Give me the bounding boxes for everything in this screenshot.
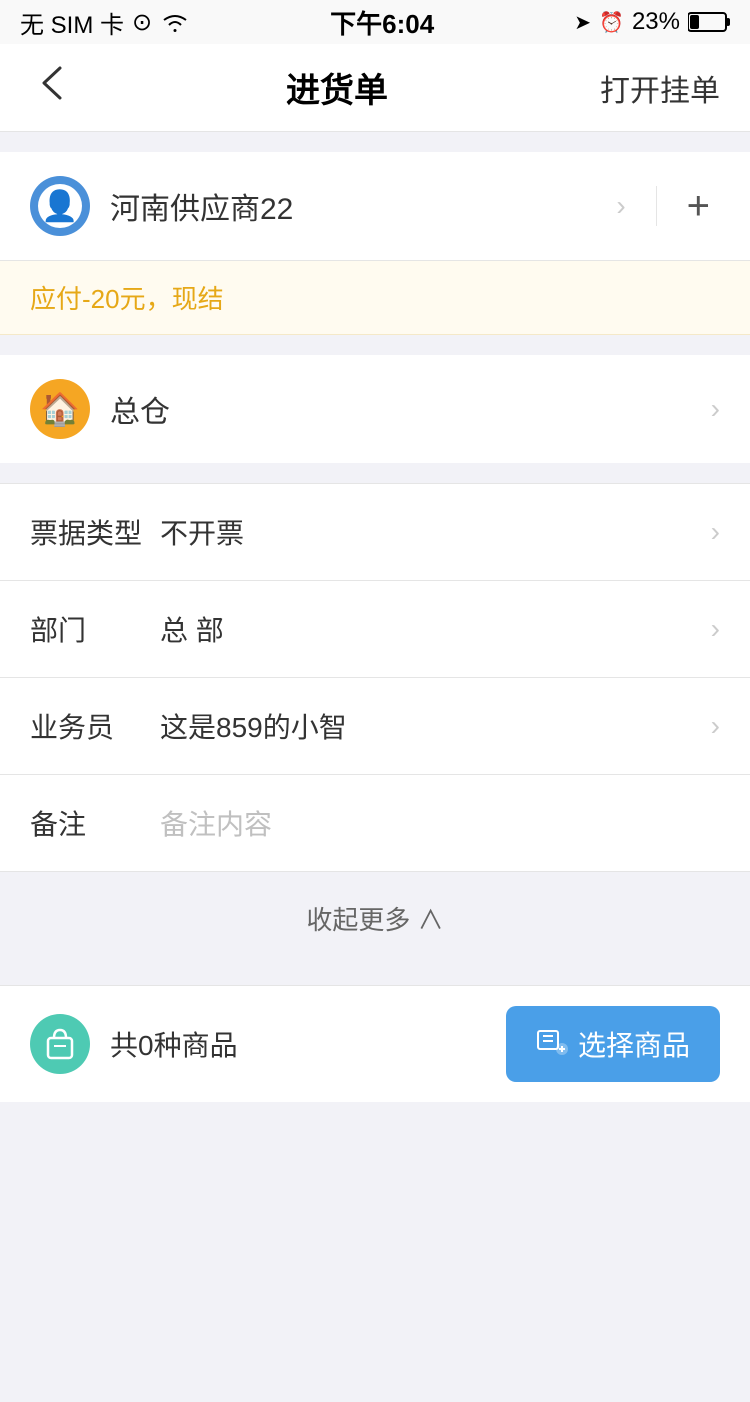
bottom-bar: 共0种商品 选择商品 bbox=[0, 985, 750, 1102]
supplier-chevron-icon: › bbox=[616, 190, 625, 222]
person-icon: 👤 bbox=[41, 189, 78, 224]
warehouse-name: 总仓 bbox=[110, 387, 711, 431]
wifi-icon: ⊙ bbox=[132, 8, 152, 37]
warehouse-row[interactable]: 🏠 总仓 › bbox=[0, 355, 750, 463]
salesperson-label: 业务员 bbox=[30, 706, 160, 746]
warehouse-card[interactable]: 🏠 总仓 › bbox=[0, 355, 750, 463]
mid-divider-2 bbox=[0, 463, 750, 483]
salesperson-row[interactable]: 业务员 这是859的小智 › bbox=[0, 677, 750, 774]
form-card: 票据类型 不开票 › 部门 总 部 › 业务员 这是859的小智 › 备注 备注… bbox=[0, 483, 750, 965]
battery-label: 23% bbox=[632, 8, 680, 36]
back-button[interactable] bbox=[30, 54, 74, 121]
supplier-name: 河南供应商22 bbox=[110, 184, 616, 228]
status-right: ➤ ⏰ 23% bbox=[574, 8, 730, 36]
select-goods-button[interactable]: 选择商品 bbox=[506, 1006, 720, 1082]
add-supplier-button[interactable]: + bbox=[677, 184, 720, 229]
alarm-icon: ⏰ bbox=[599, 10, 624, 35]
select-goods-icon bbox=[536, 1025, 568, 1064]
remark-row[interactable]: 备注 备注内容 bbox=[0, 774, 750, 871]
carrier-label: 无 SIM 卡 bbox=[20, 5, 124, 40]
department-chevron-icon: › bbox=[711, 613, 720, 645]
salesperson-chevron-icon: › bbox=[711, 710, 720, 742]
status-bar: 无 SIM 卡 ⊙ 下午6:04 ➤ ⏰ 23% bbox=[0, 0, 750, 44]
divider-line bbox=[656, 186, 657, 226]
page-background bbox=[0, 1102, 750, 1402]
mid-divider-1 bbox=[0, 335, 750, 355]
avatar-inner: 👤 bbox=[38, 184, 82, 228]
ticket-type-value: 不开票 bbox=[160, 512, 711, 552]
product-count: 共0种商品 bbox=[110, 1024, 506, 1064]
home-icon: 🏠 bbox=[40, 390, 80, 428]
ticket-type-row[interactable]: 票据类型 不开票 › bbox=[0, 483, 750, 580]
ticket-type-chevron-icon: › bbox=[711, 516, 720, 548]
shopping-bag-icon bbox=[42, 1026, 78, 1062]
location-icon: ➤ bbox=[574, 10, 591, 35]
department-row[interactable]: 部门 总 部 › bbox=[0, 580, 750, 677]
time-label: 下午6:04 bbox=[330, 4, 434, 41]
remark-input[interactable]: 备注内容 bbox=[160, 803, 720, 843]
bottom-divider bbox=[0, 965, 750, 985]
ticket-type-label: 票据类型 bbox=[30, 512, 160, 552]
top-divider bbox=[0, 132, 750, 152]
open-pending-button[interactable]: 打开挂单 bbox=[600, 66, 720, 110]
nav-bar: 进货单 打开挂单 bbox=[0, 44, 750, 132]
wifi-signal-icon bbox=[160, 11, 190, 33]
select-goods-label: 选择商品 bbox=[578, 1024, 690, 1064]
department-value: 总 部 bbox=[160, 609, 711, 649]
remark-label: 备注 bbox=[30, 803, 160, 843]
supplier-row[interactable]: 👤 河南供应商22 › + bbox=[0, 152, 750, 261]
supplier-alert: 应付-20元，现结 bbox=[0, 261, 750, 335]
department-label: 部门 bbox=[30, 609, 160, 649]
warehouse-chevron-icon: › bbox=[711, 393, 720, 425]
collapse-button[interactable]: 收起更多 ∧ bbox=[0, 871, 750, 965]
page-title: 进货单 bbox=[286, 63, 388, 112]
salesperson-value: 这是859的小智 bbox=[160, 706, 711, 746]
battery-icon bbox=[688, 11, 730, 33]
product-icon bbox=[30, 1014, 90, 1074]
warehouse-icon: 🏠 bbox=[30, 379, 90, 439]
status-left: 无 SIM 卡 ⊙ bbox=[20, 5, 190, 40]
supplier-card: 👤 河南供应商22 › + 应付-20元，现结 bbox=[0, 152, 750, 335]
supplier-avatar: 👤 bbox=[30, 176, 90, 236]
